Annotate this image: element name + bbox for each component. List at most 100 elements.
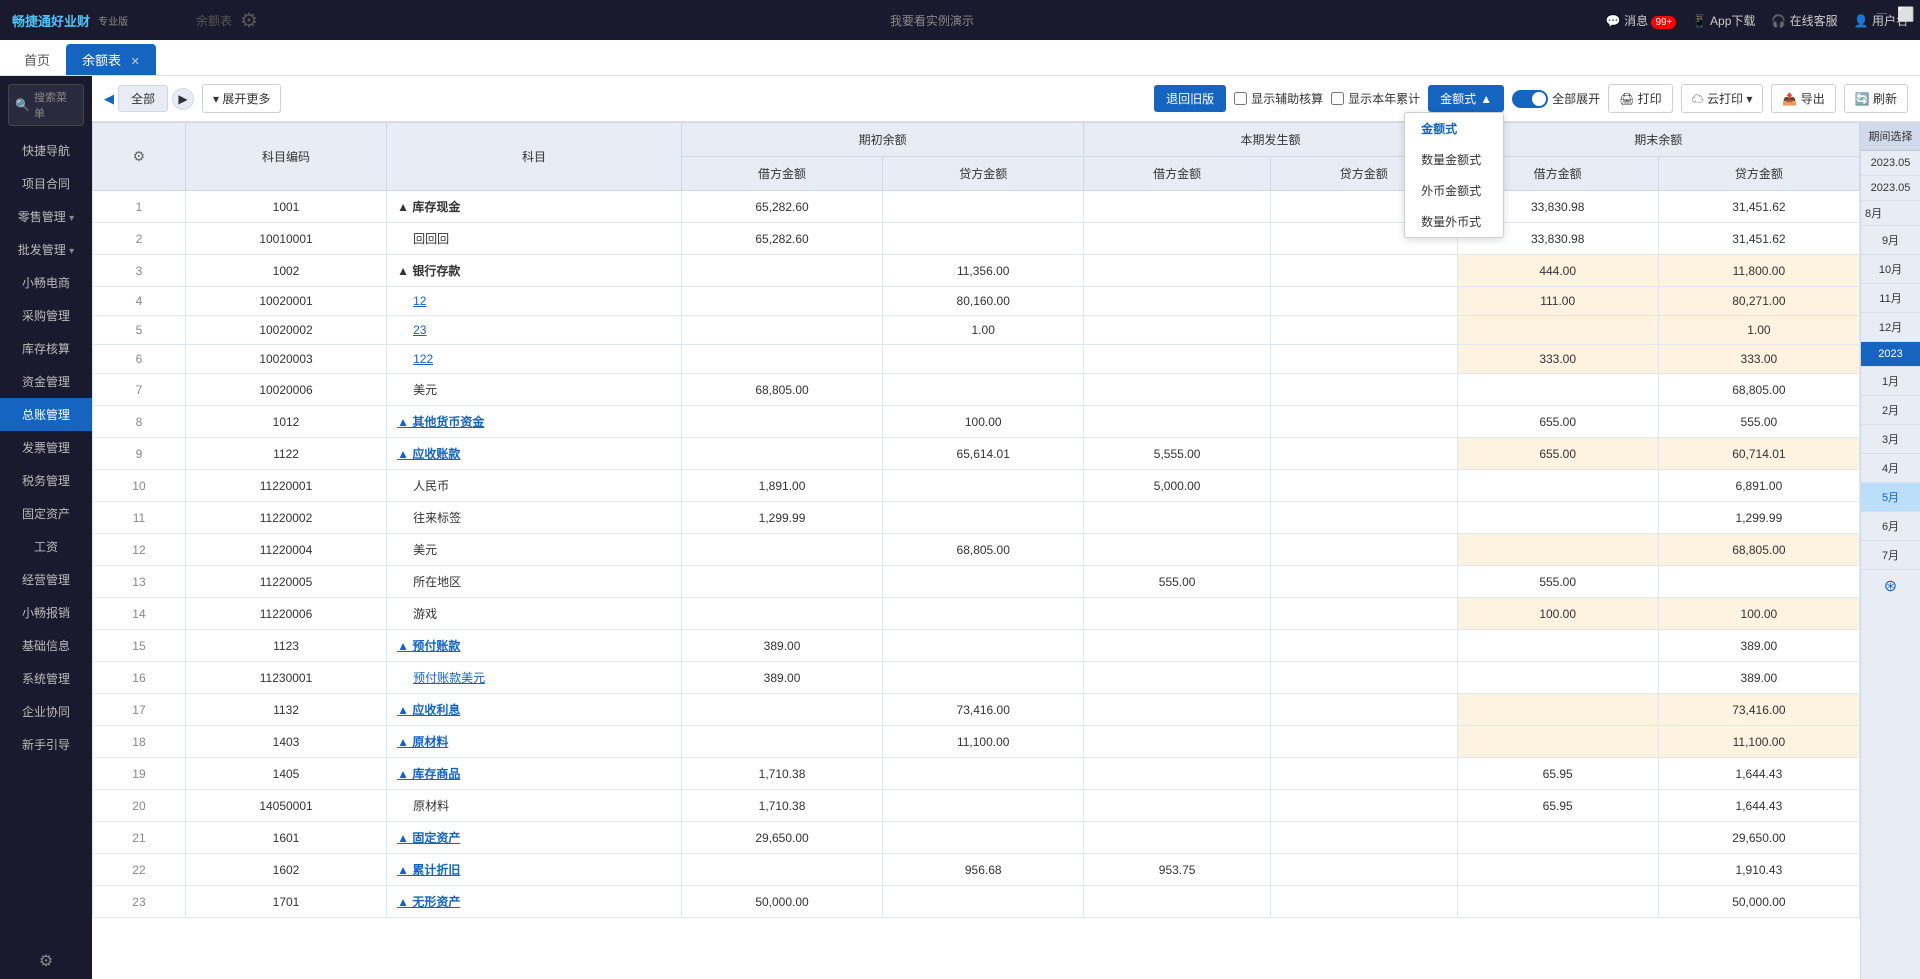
subject-link[interactable]: 23 xyxy=(413,323,426,337)
table-row: 1311220005所在地区555.00555.00 xyxy=(93,566,1860,598)
message-btn[interactable]: 💬 消息 99+ xyxy=(1606,12,1677,29)
subject-link[interactable]: ▲ 其他货币资金 xyxy=(397,415,484,429)
table-row: 181403▲ 原材料11,100.0011,100.00 xyxy=(93,726,1860,758)
right-panel-month-2[interactable]: 2月 xyxy=(1861,396,1920,425)
subject-link[interactable]: ▲ 累计折旧 xyxy=(397,863,460,877)
sidebar-item-purchase[interactable]: 采购管理 xyxy=(0,299,92,332)
right-panel-year-1[interactable]: 2023.05 xyxy=(1861,151,1920,176)
row-num-cell: 7 xyxy=(93,374,186,406)
right-panel-month-3[interactable]: 3月 xyxy=(1861,425,1920,454)
right-panel-month-1[interactable]: 1月 xyxy=(1861,367,1920,396)
breadcrumb-icon[interactable]: ◀ xyxy=(104,91,114,107)
subject-link[interactable]: ▲ 库存商品 xyxy=(397,767,460,781)
sidebar-item-enterprise[interactable]: 企业协同 xyxy=(0,695,92,728)
settings-gear-icon[interactable]: ⚙ xyxy=(240,8,258,33)
subject-name-cell[interactable]: ▲ 无形资产 xyxy=(387,886,682,918)
subject-name-cell[interactable]: 12 xyxy=(387,287,682,316)
subject-link[interactable]: 122 xyxy=(413,352,433,366)
format-option-foreign[interactable]: 外币金额式 xyxy=(1405,175,1503,206)
tab-close-icon[interactable]: ✕ xyxy=(131,56,140,68)
assist-checkbox-input[interactable] xyxy=(1234,92,1247,105)
sidebar-item-report[interactable]: 小畅报销 xyxy=(0,596,92,629)
subject-link[interactable]: ▲ 原材料 xyxy=(397,735,448,749)
expand-more-btn[interactable]: ▾ 展开更多 xyxy=(202,84,281,113)
right-panel-month-7[interactable]: 7月 xyxy=(1861,541,1920,570)
sidebar-item-guide[interactable]: 新手引导 xyxy=(0,728,92,761)
right-panel-month-10[interactable]: 10月 xyxy=(1861,255,1920,284)
right-panel-month-5[interactable]: 5月 xyxy=(1861,483,1920,512)
subject-link[interactable]: ▲ 应收账款 xyxy=(397,447,460,461)
sidebar-item-payroll[interactable]: 工资 xyxy=(0,530,92,563)
format-btn[interactable]: 金额式 ▲ xyxy=(1428,85,1504,112)
sidebar-item-basic[interactable]: 基础信息 xyxy=(0,629,92,662)
show-year-checkbox[interactable]: 显示本年累计 xyxy=(1331,90,1420,107)
format-option-qty-amount[interactable]: 数量金额式 xyxy=(1405,144,1503,175)
sidebar-item-system[interactable]: 系统管理 xyxy=(0,662,92,695)
sidebar-item-operation[interactable]: 经营管理 xyxy=(0,563,92,596)
subject-link[interactable]: ▲ 预付账款 xyxy=(397,639,460,653)
format-option-qty-foreign[interactable]: 数量外币式 xyxy=(1405,206,1503,237)
right-panel-month-4[interactable]: 4月 xyxy=(1861,454,1920,483)
right-panel-month-8[interactable]: 8月 xyxy=(1861,201,1920,226)
collapse-panel-icon[interactable]: ⊛ xyxy=(1861,570,1920,602)
subject-name-cell: 往来标签 xyxy=(387,502,682,534)
return-old-btn[interactable]: 退回旧版 xyxy=(1154,85,1226,112)
cloud-print-btn[interactable]: ☁ 云打印 ▾ xyxy=(1681,84,1764,113)
sidebar-item-invoice[interactable]: 发票管理 xyxy=(0,431,92,464)
sidebar-item-project[interactable]: 项目合同 xyxy=(0,167,92,200)
sidebar-item-wholesale[interactable]: 批发管理 ▾ xyxy=(0,233,92,266)
right-panel-month-12[interactable]: 12月 xyxy=(1861,313,1920,342)
right-panel-month-9[interactable]: 9月 xyxy=(1861,226,1920,255)
subject-link[interactable]: 12 xyxy=(413,294,426,308)
sidebar-item-quick-nav[interactable]: 快捷导航 xyxy=(0,134,92,167)
right-panel-year-2[interactable]: 2023.05 xyxy=(1861,176,1920,201)
subject-name-cell[interactable]: ▲ 应收账款 xyxy=(387,438,682,470)
sidebar-item-ecommerce[interactable]: 小畅电商 xyxy=(0,266,92,299)
subject-name-cell[interactable]: ▲ 其他货币资金 xyxy=(387,406,682,438)
demo-link[interactable]: 我要看实例演示 xyxy=(890,12,974,29)
subject-name-cell[interactable]: ▲ 固定资产 xyxy=(387,822,682,854)
right-panel-year-2023[interactable]: 2023 xyxy=(1861,342,1920,367)
subject-name-cell[interactable]: ▲ 应收利息 xyxy=(387,694,682,726)
refresh-btn[interactable]: 🔄 刷新 xyxy=(1844,84,1908,113)
app-download-btn[interactable]: 📱 App下载 xyxy=(1692,12,1755,29)
subject-name-cell[interactable]: 23 xyxy=(387,316,682,345)
subject-link[interactable]: ▲ 应收利息 xyxy=(397,703,460,717)
tab-balance[interactable]: 余额表 ✕ xyxy=(66,44,156,75)
right-panel-month-11[interactable]: 11月 xyxy=(1861,284,1920,313)
show-assist-checkbox[interactable]: 显示辅助核算 xyxy=(1234,90,1323,107)
subject-link[interactable]: ▲ 固定资产 xyxy=(397,831,460,845)
toggle-track[interactable] xyxy=(1512,90,1548,108)
subject-name-cell[interactable]: ▲ 预付账款 xyxy=(387,630,682,662)
print-btn[interactable]: 🖨 打印 xyxy=(1608,84,1673,113)
sidebar-item-inventory[interactable]: 库存核算 xyxy=(0,332,92,365)
minimize-icon[interactable]: － xyxy=(1872,4,1892,24)
subject-filter-all[interactable]: 全部 xyxy=(118,85,168,112)
subject-name-cell[interactable]: 预付账款美元 xyxy=(387,662,682,694)
filter-arrow-icon[interactable]: ▶ xyxy=(172,88,194,110)
sidebar-settings-icon[interactable]: ⚙ xyxy=(39,953,53,970)
subject-name-cell[interactable]: ▲ 累计折旧 xyxy=(387,854,682,886)
tabs-bar: 首页 余额表 ✕ － ⬜ xyxy=(0,40,1920,76)
online-service-btn[interactable]: 🎧 在线客服 xyxy=(1771,12,1837,29)
period-debit-cell xyxy=(1084,255,1271,287)
subject-link[interactable]: ▲ 无形资产 xyxy=(397,895,460,909)
sidebar-item-capital[interactable]: 资金管理 xyxy=(0,365,92,398)
subject-link[interactable]: 预付账款美元 xyxy=(413,671,485,685)
subject-name-cell[interactable]: ▲ 原材料 xyxy=(387,726,682,758)
year-checkbox-input[interactable] xyxy=(1331,92,1344,105)
sidebar-item-tax[interactable]: 税务管理 xyxy=(0,464,92,497)
subject-name-cell[interactable]: ▲ 库存商品 xyxy=(387,758,682,790)
export-btn[interactable]: 📤 导出 xyxy=(1771,84,1835,113)
format-option-amount[interactable]: 金额式 xyxy=(1405,113,1503,144)
sidebar-item-general[interactable]: 总账管理 xyxy=(0,398,92,431)
tab-home[interactable]: 首页 xyxy=(8,44,66,75)
expand-all-toggle[interactable]: 全部展开 xyxy=(1512,90,1600,108)
right-panel-month-6[interactable]: 6月 xyxy=(1861,512,1920,541)
table-settings-icon[interactable]: ⚙ xyxy=(133,148,146,164)
sidebar-item-fixed[interactable]: 固定资产 xyxy=(0,497,92,530)
maximize-icon[interactable]: ⬜ xyxy=(1896,4,1916,24)
subject-name-cell[interactable]: 122 xyxy=(387,345,682,374)
sidebar-item-retail[interactable]: 零售管理 ▾ xyxy=(0,200,92,233)
sidebar-search-wrapper[interactable]: 🔍 搜索菜单 xyxy=(8,84,84,126)
